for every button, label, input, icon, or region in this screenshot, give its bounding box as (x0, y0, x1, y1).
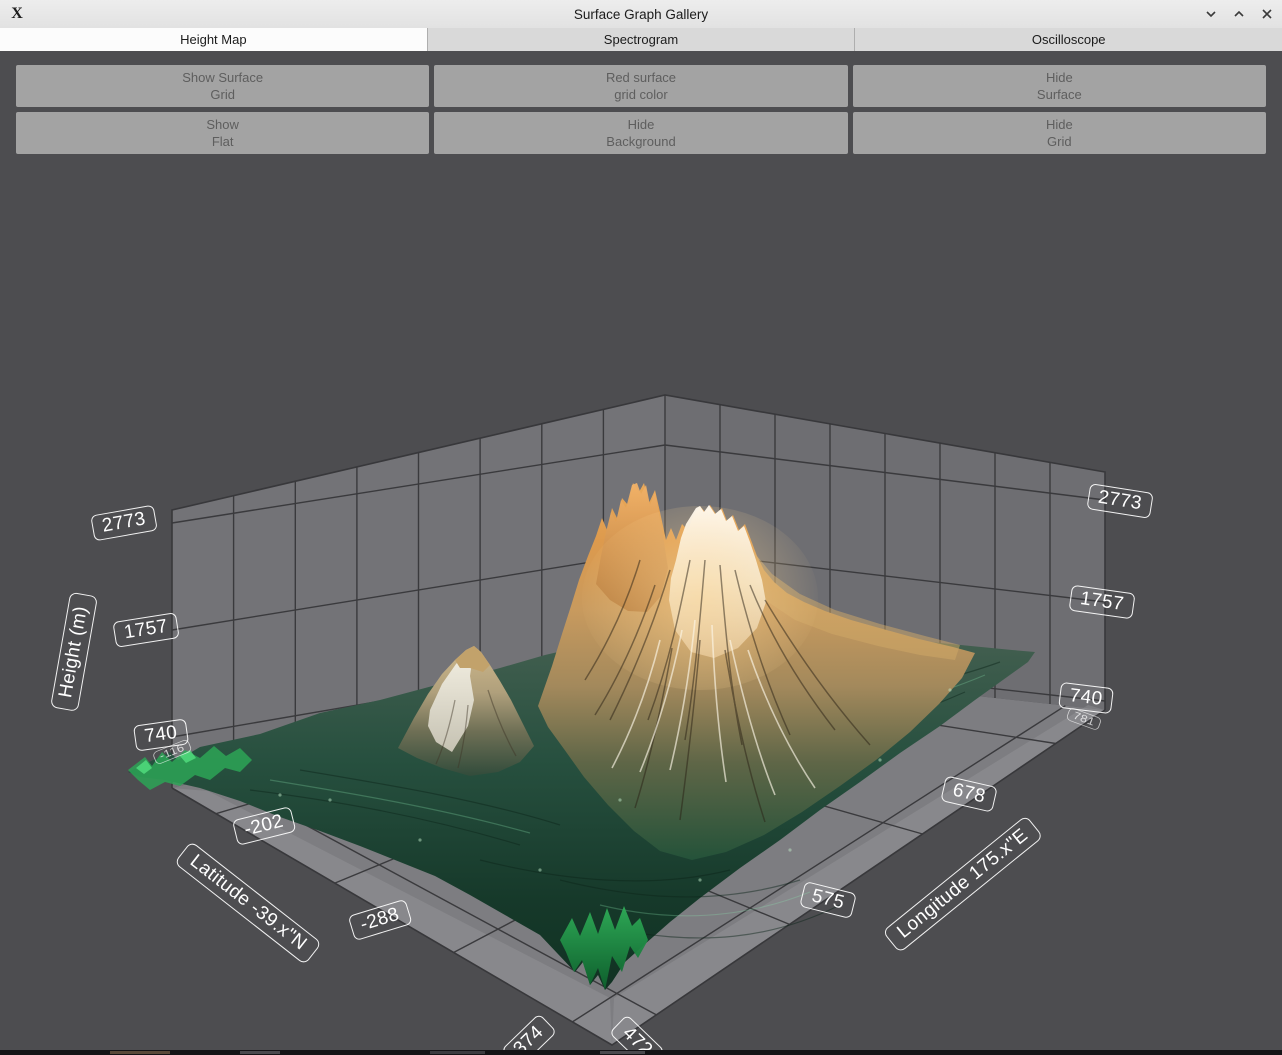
tab-bar: Height Map Spectrogram Oscilloscope (0, 28, 1282, 51)
tab-spectrogram[interactable]: Spectrogram (428, 28, 856, 51)
app-window: X Surface Graph Gallery Height Map Spect… (0, 0, 1282, 1055)
window-title: Surface Graph Gallery (0, 7, 1282, 22)
surface-plot-canvas[interactable] (0, 51, 1282, 1050)
app-icon[interactable]: X (8, 5, 26, 23)
close-icon[interactable] (1258, 5, 1276, 23)
tab-oscilloscope[interactable]: Oscilloscope (855, 28, 1282, 51)
maximize-icon[interactable] (1230, 5, 1248, 23)
taskbar-sliver (0, 1050, 1282, 1055)
window-controls (1202, 0, 1276, 28)
minimize-icon[interactable] (1202, 5, 1220, 23)
tab-height-map[interactable]: Height Map (0, 28, 428, 51)
titlebar: X Surface Graph Gallery (0, 0, 1282, 29)
